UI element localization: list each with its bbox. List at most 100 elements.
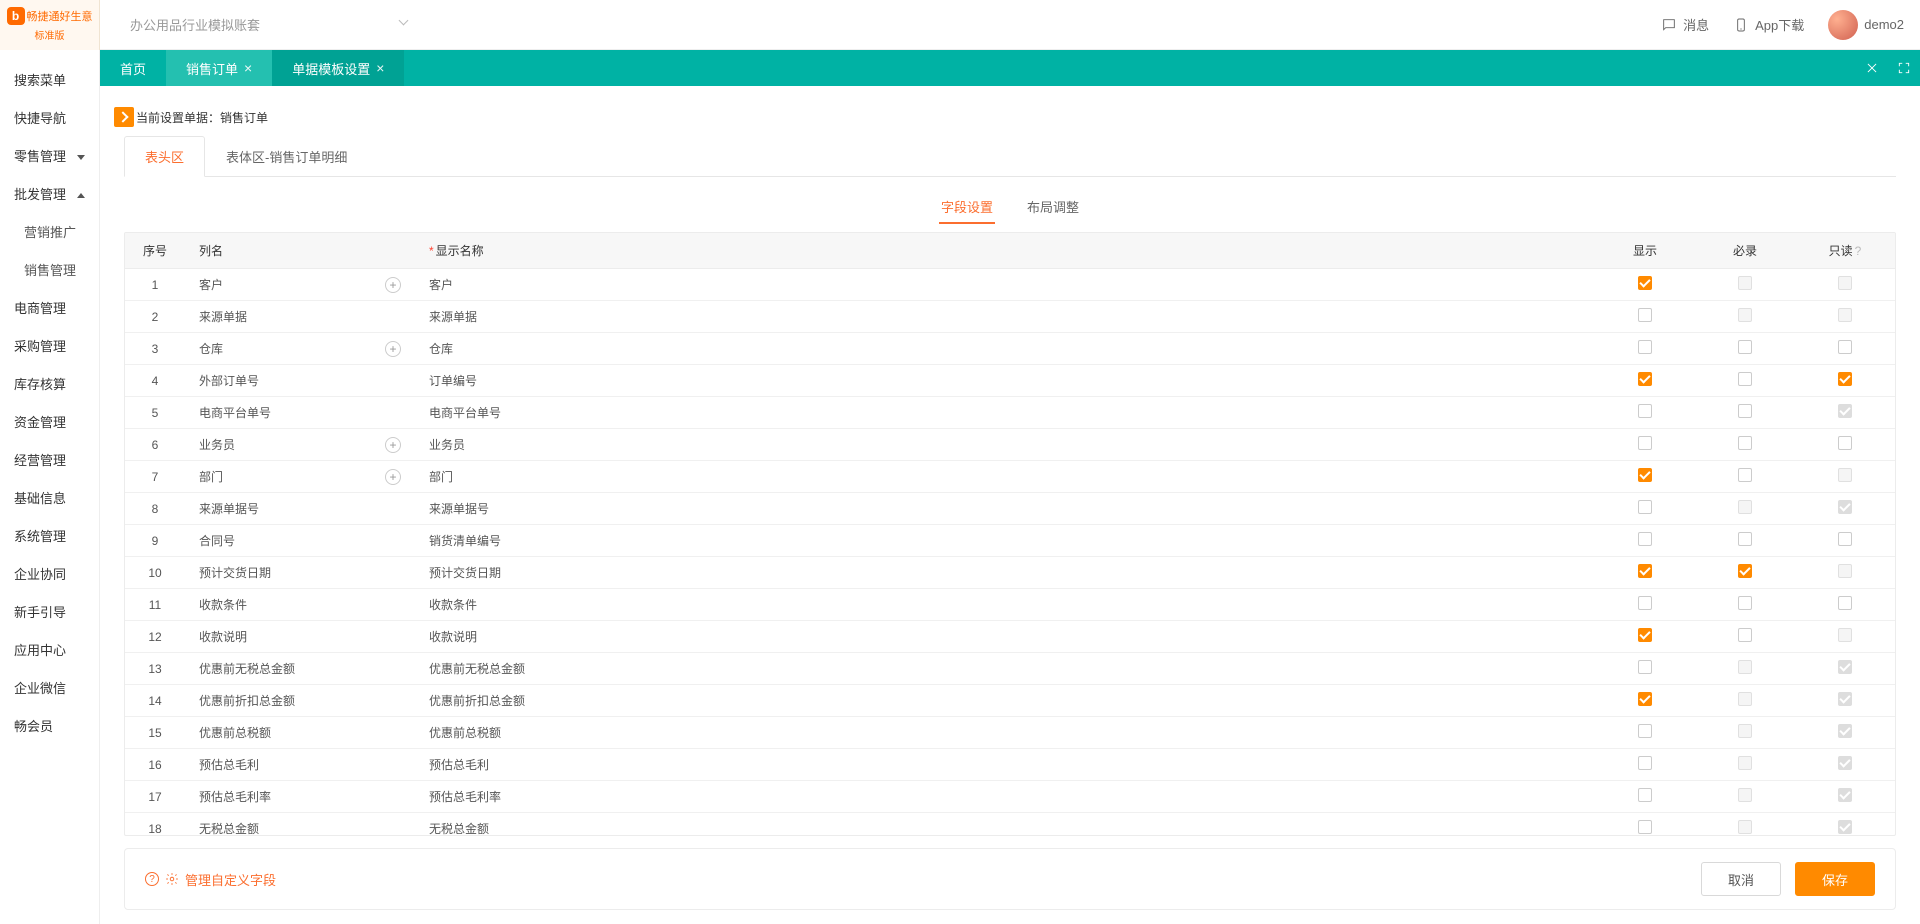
- cell-display-name[interactable]: 无税总金额: [415, 820, 1595, 835]
- sidebar-item[interactable]: 采购管理: [0, 326, 99, 364]
- readonly-checkbox[interactable]: [1838, 596, 1852, 610]
- show-checkbox[interactable]: [1638, 564, 1652, 578]
- required-checkbox[interactable]: [1738, 340, 1752, 354]
- show-checkbox[interactable]: [1638, 532, 1652, 546]
- cell-display-name[interactable]: 来源单据: [415, 308, 1595, 325]
- manage-custom-fields-link[interactable]: ? 管理自定义字段: [145, 870, 276, 889]
- cell-display-name[interactable]: 来源单据号: [415, 500, 1595, 517]
- show-checkbox[interactable]: [1638, 404, 1652, 418]
- cell-display-name[interactable]: 客户: [415, 276, 1595, 293]
- show-checkbox[interactable]: [1638, 340, 1652, 354]
- cell-display-name[interactable]: 订单编号: [415, 372, 1595, 389]
- required-checkbox[interactable]: [1738, 468, 1752, 482]
- show-checkbox[interactable]: [1638, 276, 1652, 290]
- cell-display-name[interactable]: 收款条件: [415, 596, 1595, 613]
- cancel-button[interactable]: 取消: [1701, 862, 1781, 896]
- mode-tab[interactable]: 字段设置: [939, 191, 995, 224]
- cell-display-name[interactable]: 业务员: [415, 436, 1595, 453]
- sidebar-item[interactable]: 新手引导: [0, 592, 99, 630]
- readonly-checkbox[interactable]: [1838, 532, 1852, 546]
- user-menu[interactable]: demo2: [1828, 10, 1904, 40]
- sidebar-item[interactable]: 电商管理: [0, 288, 99, 326]
- account-select[interactable]: 办公用品行业模拟账套: [130, 15, 412, 34]
- sidebar-item[interactable]: 搜索菜单: [0, 60, 99, 98]
- tab[interactable]: 单据模板设置×: [272, 50, 404, 86]
- readonly-checkbox[interactable]: [1838, 372, 1852, 386]
- cell-display-name[interactable]: 部门: [415, 468, 1595, 485]
- sidebar-item[interactable]: 系统管理: [0, 516, 99, 554]
- required-checkbox[interactable]: [1738, 436, 1752, 450]
- cell-display-name[interactable]: 优惠前无税总金额: [415, 660, 1595, 677]
- help-icon[interactable]: ?: [1855, 244, 1862, 258]
- tab[interactable]: 销售订单×: [166, 50, 272, 86]
- add-icon[interactable]: +: [385, 469, 401, 485]
- required-cell: [1695, 660, 1795, 677]
- mode-tabs: 字段设置布局调整: [100, 191, 1920, 224]
- add-icon[interactable]: +: [385, 277, 401, 293]
- show-checkbox[interactable]: [1638, 308, 1652, 322]
- required-checkbox[interactable]: [1738, 372, 1752, 386]
- show-checkbox[interactable]: [1638, 724, 1652, 738]
- sidebar-item[interactable]: 资金管理: [0, 402, 99, 440]
- section-tab[interactable]: 表头区: [124, 136, 205, 177]
- logo[interactable]: b 畅捷通好生意 标准版: [0, 0, 100, 50]
- show-checkbox[interactable]: [1638, 788, 1652, 802]
- close-icon[interactable]: ×: [244, 61, 252, 75]
- required-checkbox[interactable]: [1738, 564, 1752, 578]
- show-checkbox[interactable]: [1638, 436, 1652, 450]
- add-icon[interactable]: +: [385, 437, 401, 453]
- sidebar-item[interactable]: 销售管理: [0, 250, 99, 288]
- required-checkbox[interactable]: [1738, 596, 1752, 610]
- save-button[interactable]: 保存: [1795, 862, 1875, 896]
- cell-display-name[interactable]: 预计交货日期: [415, 564, 1595, 581]
- show-checkbox[interactable]: [1638, 756, 1652, 770]
- show-checkbox[interactable]: [1638, 596, 1652, 610]
- close-icon[interactable]: ×: [376, 61, 384, 75]
- sidebar-item[interactable]: 库存核算: [0, 364, 99, 402]
- sidebar-item[interactable]: 应用中心: [0, 630, 99, 668]
- sidebar-item[interactable]: 企业微信: [0, 668, 99, 706]
- show-checkbox[interactable]: [1638, 628, 1652, 642]
- field-name: 部门: [199, 468, 223, 485]
- notice-toggle[interactable]: [114, 107, 134, 127]
- sidebar-item[interactable]: 基础信息: [0, 478, 99, 516]
- sidebar-item[interactable]: 营销推广: [0, 212, 99, 250]
- cell-display-name[interactable]: 收款说明: [415, 628, 1595, 645]
- show-checkbox[interactable]: [1638, 692, 1652, 706]
- sidebar-item[interactable]: 快捷导航: [0, 98, 99, 136]
- required-checkbox[interactable]: [1738, 628, 1752, 642]
- tab-home[interactable]: 首页: [100, 50, 166, 86]
- cell-seq: 16: [125, 758, 185, 772]
- close-all-tabs-button[interactable]: [1856, 50, 1888, 86]
- required-checkbox[interactable]: [1738, 532, 1752, 546]
- required-checkbox[interactable]: [1738, 404, 1752, 418]
- cell-display-name[interactable]: 电商平台单号: [415, 404, 1595, 421]
- show-checkbox[interactable]: [1638, 500, 1652, 514]
- readonly-checkbox[interactable]: [1838, 436, 1852, 450]
- show-checkbox[interactable]: [1638, 468, 1652, 482]
- cell-display-name[interactable]: 销货清单编号: [415, 532, 1595, 549]
- table-body[interactable]: 1客户+客户2来源单据来源单据3仓库+仓库4外部订单号订单编号5电商平台单号电商…: [125, 269, 1895, 835]
- cell-display-name[interactable]: 预估总毛利: [415, 756, 1595, 773]
- cell-display-name[interactable]: 优惠前折扣总金额: [415, 692, 1595, 709]
- sidebar-item[interactable]: 零售管理: [0, 136, 99, 174]
- messages-button[interactable]: 消息: [1661, 15, 1709, 34]
- readonly-checkbox[interactable]: [1838, 340, 1852, 354]
- fullscreen-button[interactable]: [1888, 50, 1920, 86]
- section-tab[interactable]: 表体区-销售订单明细: [205, 136, 368, 177]
- sidebar-item[interactable]: 畅会员: [0, 706, 99, 744]
- sidebar-item[interactable]: 经营管理: [0, 440, 99, 478]
- cell-display-name[interactable]: 预估总毛利率: [415, 788, 1595, 805]
- sidebar-item[interactable]: 企业协同: [0, 554, 99, 592]
- add-icon[interactable]: +: [385, 341, 401, 357]
- cell-display-name[interactable]: 优惠前总税额: [415, 724, 1595, 741]
- app-download-button[interactable]: App下载: [1733, 15, 1804, 34]
- show-checkbox[interactable]: [1638, 820, 1652, 834]
- show-checkbox[interactable]: [1638, 660, 1652, 674]
- mode-tab[interactable]: 布局调整: [1025, 191, 1081, 224]
- gear-icon: [165, 872, 179, 886]
- show-checkbox[interactable]: [1638, 372, 1652, 386]
- sidebar-item[interactable]: 批发管理: [0, 174, 99, 212]
- cell-display-name[interactable]: 仓库: [415, 340, 1595, 357]
- cell-seq: 11: [125, 598, 185, 612]
